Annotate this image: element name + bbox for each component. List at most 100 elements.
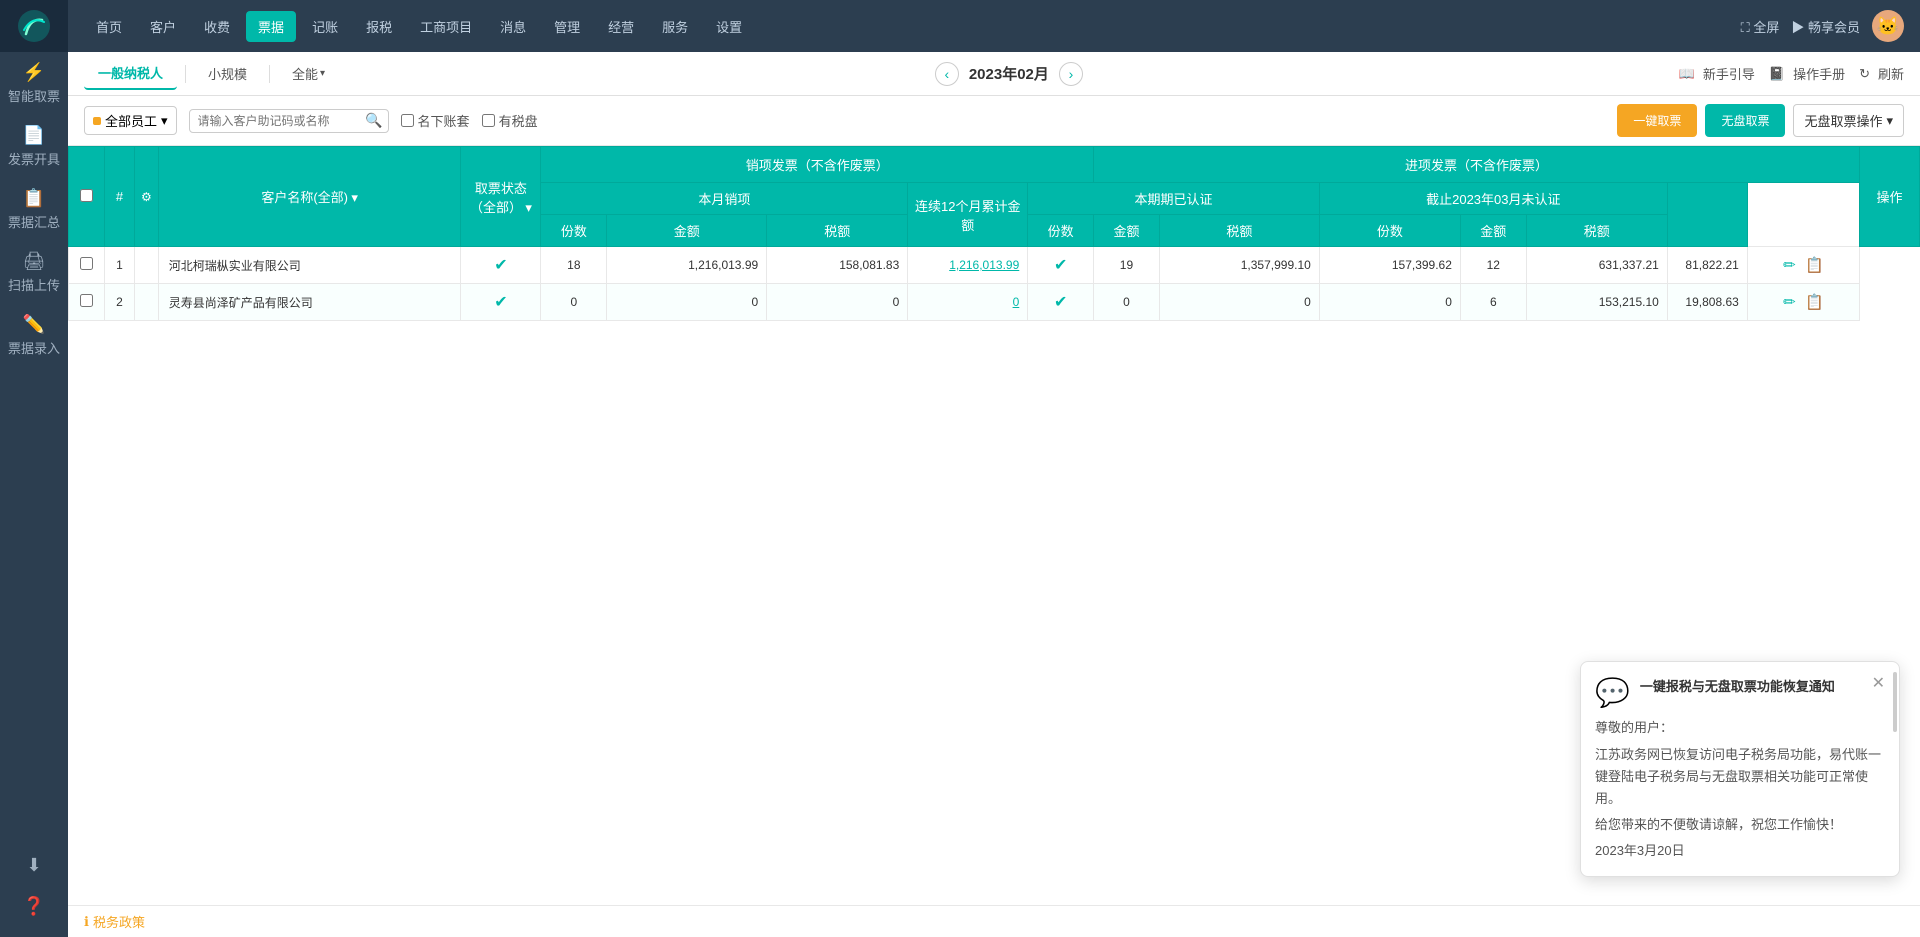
fullscreen-btn[interactable]: ⛶ 全屏: [1741, 17, 1780, 36]
th-recog-status-group: 本期期已认证: [1028, 183, 1320, 215]
sidebar-item-data-entry[interactable]: ✏️ 票据录入: [0, 304, 68, 367]
user-avatar[interactable]: 🐱: [1872, 10, 1904, 42]
th-purchase-recog-amount: 金额: [1094, 215, 1160, 247]
notif-title: 一键报税与无盘取票功能恢复通知: [1640, 676, 1835, 695]
nav-tax[interactable]: 报税: [354, 11, 404, 42]
new-guide-btn[interactable]: 📖 新手引导: [1679, 64, 1755, 83]
row-consecutive12[interactable]: 1,216,013.99: [908, 247, 1028, 284]
nav-settings[interactable]: 设置: [704, 11, 754, 42]
table-row: 2 灵寿县尚泽矿产品有限公司 ✔ 0 0 0 0 ✔ 0 0 0 6 153,2…: [69, 284, 1920, 321]
th-until-tax: 税额: [1526, 215, 1667, 247]
next-month-btn[interactable]: ›: [1059, 62, 1083, 86]
row-no: 1: [105, 247, 135, 284]
checkbox-taxdisk[interactable]: 有税盘: [482, 111, 538, 130]
notif-icon: 💬: [1595, 676, 1630, 709]
row-fetch-status: ✔: [461, 284, 541, 321]
row-sales-count: 0: [541, 284, 607, 321]
sidebar-item-help[interactable]: ❓: [0, 886, 68, 927]
tab-general[interactable]: 一般纳税人: [84, 57, 177, 90]
row-until-amount: 153,215.10: [1526, 284, 1667, 321]
data-entry-icon: ✏️: [23, 314, 45, 335]
sidebar: ⚡ 智能取票 📄 发票开具 📋 票据汇总 🖨 扫描上传 ✏️ 票据录入 ⬇ ❓: [0, 0, 68, 937]
sidebar-item-scan-upload[interactable]: 🖨 扫描上传: [0, 241, 68, 304]
nav-customer[interactable]: 客户: [138, 11, 188, 42]
row-checkbox[interactable]: [69, 247, 105, 284]
th-customer[interactable]: 客户名称(全部) ▾: [158, 147, 461, 247]
app-logo: [0, 0, 68, 52]
row-consecutive12[interactable]: 0: [908, 284, 1028, 321]
row-recog-status: ✔: [1028, 247, 1094, 284]
sidebar-item-download[interactable]: ⬇: [0, 845, 68, 886]
nav-business[interactable]: 工商项目: [408, 11, 484, 42]
month-label: 2023年02月: [969, 63, 1049, 84]
row-purchase-tax: 0: [1319, 284, 1460, 321]
search-wrap: 🔍: [189, 109, 389, 133]
th-this-month: 本月销项: [541, 183, 908, 215]
nav-message[interactable]: 消息: [488, 11, 538, 42]
sidebar-item-issue-invoice[interactable]: 📄 发票开具: [0, 115, 68, 178]
nav-billing[interactable]: 收费: [192, 11, 242, 42]
manual-btn[interactable]: 📓 操作手册: [1769, 64, 1845, 83]
tab-small[interactable]: 小规模: [194, 58, 261, 89]
search-btn[interactable]: 🔍: [365, 112, 382, 129]
refresh-btn[interactable]: ↻ 刷新: [1859, 64, 1904, 83]
filter-right: 一键取票 无盘取票 无盘取票操作 ▾: [1617, 104, 1904, 137]
view-icon[interactable]: 📋: [1805, 294, 1824, 311]
th-settings-icon[interactable]: ⚙: [135, 147, 159, 247]
checkbox-subaccount-input[interactable]: [401, 114, 414, 127]
row-purchase-amount: 1,357,999.10: [1159, 247, 1319, 284]
notification-popup: 💬 一键报税与无盘取票功能恢复通知 ✕ 尊敬的用户： 江苏政务网已恢复访问电子税…: [1580, 661, 1900, 877]
th-fetch-status[interactable]: 取票状态（全部） ▾: [461, 147, 541, 247]
notif-body: 尊敬的用户： 江苏政务网已恢复访问电子税务局功能，易代账一键登陆电子税务局与无盘…: [1581, 717, 1899, 876]
nav-home[interactable]: 首页: [84, 11, 134, 42]
prev-month-btn[interactable]: ‹: [935, 62, 959, 86]
notif-content: 江苏政务网已恢复访问电子税务局功能，易代账一键登陆电子税务局与无盘取票相关功能可…: [1595, 744, 1885, 810]
scan-upload-icon: 🖨: [23, 251, 46, 272]
member-btn[interactable]: ▶ 畅享会员: [1791, 17, 1860, 36]
nav-finance[interactable]: 经营: [596, 11, 646, 42]
notif-close-btn[interactable]: ✕: [1872, 676, 1885, 692]
notif-scrollbar[interactable]: [1893, 672, 1897, 732]
row-sales-count: 18: [541, 247, 607, 284]
tab-divider1: [185, 65, 186, 83]
th-sales-group: 销项发票（不含作废票）: [541, 147, 1094, 183]
notif-header: 💬 一键报税与无盘取票功能恢复通知 ✕: [1581, 662, 1899, 717]
row-until-count: 6: [1460, 284, 1526, 321]
edit-icon[interactable]: ✏: [1783, 294, 1796, 311]
no-disk-fetch-btn[interactable]: 无盘取票: [1705, 104, 1785, 137]
th-consecutive12: 连续12个月累计金额: [908, 183, 1028, 247]
row-sales-amount: 0: [607, 284, 767, 321]
checkbox-subaccount[interactable]: 名下账套: [401, 111, 470, 130]
issue-invoice-icon: 📄: [23, 125, 45, 146]
row-checkbox[interactable]: [69, 284, 105, 321]
row-customer: 灵寿县尚泽矿产品有限公司: [158, 284, 461, 321]
tab-all[interactable]: 全能 ▾: [278, 58, 339, 89]
nav-bookkeeping[interactable]: 记账: [300, 11, 350, 42]
sidebar-item-invoice-summary[interactable]: 📋 票据汇总: [0, 178, 68, 241]
one-click-fetch-btn[interactable]: 一键取票: [1617, 104, 1697, 137]
filter-icon: ▾: [351, 190, 358, 205]
nav-invoice[interactable]: 票据: [246, 11, 296, 42]
row-sales-tax: 0: [767, 284, 908, 321]
employee-filter[interactable]: 全部员工 ▾: [84, 106, 177, 135]
th-recog-status-col[interactable]: [1667, 183, 1747, 247]
checkbox-taxdisk-input[interactable]: [482, 114, 495, 127]
th-purchase-group: 进项发票（不含作废票）: [1094, 147, 1860, 183]
bottom-bar: ℹ 税务政策: [68, 905, 1920, 937]
dropdown-icon: ▾: [1886, 113, 1893, 129]
tax-policy-link[interactable]: ℹ 税务政策: [84, 912, 145, 931]
edit-icon[interactable]: ✏: [1783, 257, 1796, 274]
tab-divider2: [269, 65, 270, 83]
select-all-checkbox[interactable]: [80, 189, 93, 202]
row-until-count: 12: [1460, 247, 1526, 284]
invoice-table: # ⚙ 客户名称(全部) ▾ 取票状态（全部） ▾ 销项发票（不含作废票）: [68, 146, 1920, 321]
no-disk-more-btn[interactable]: 无盘取票操作 ▾: [1793, 104, 1904, 137]
th-purchase-recog-tax: 税额: [1159, 215, 1319, 247]
sidebar-item-smart-fetch[interactable]: ⚡ 智能取票: [0, 52, 68, 115]
notif-date: 2023年3月20日: [1595, 840, 1885, 862]
nav-service[interactable]: 服务: [650, 11, 700, 42]
row-purchase-count: 0: [1094, 284, 1160, 321]
search-input[interactable]: [189, 109, 389, 133]
nav-manage[interactable]: 管理: [542, 11, 592, 42]
view-icon[interactable]: 📋: [1805, 257, 1824, 274]
